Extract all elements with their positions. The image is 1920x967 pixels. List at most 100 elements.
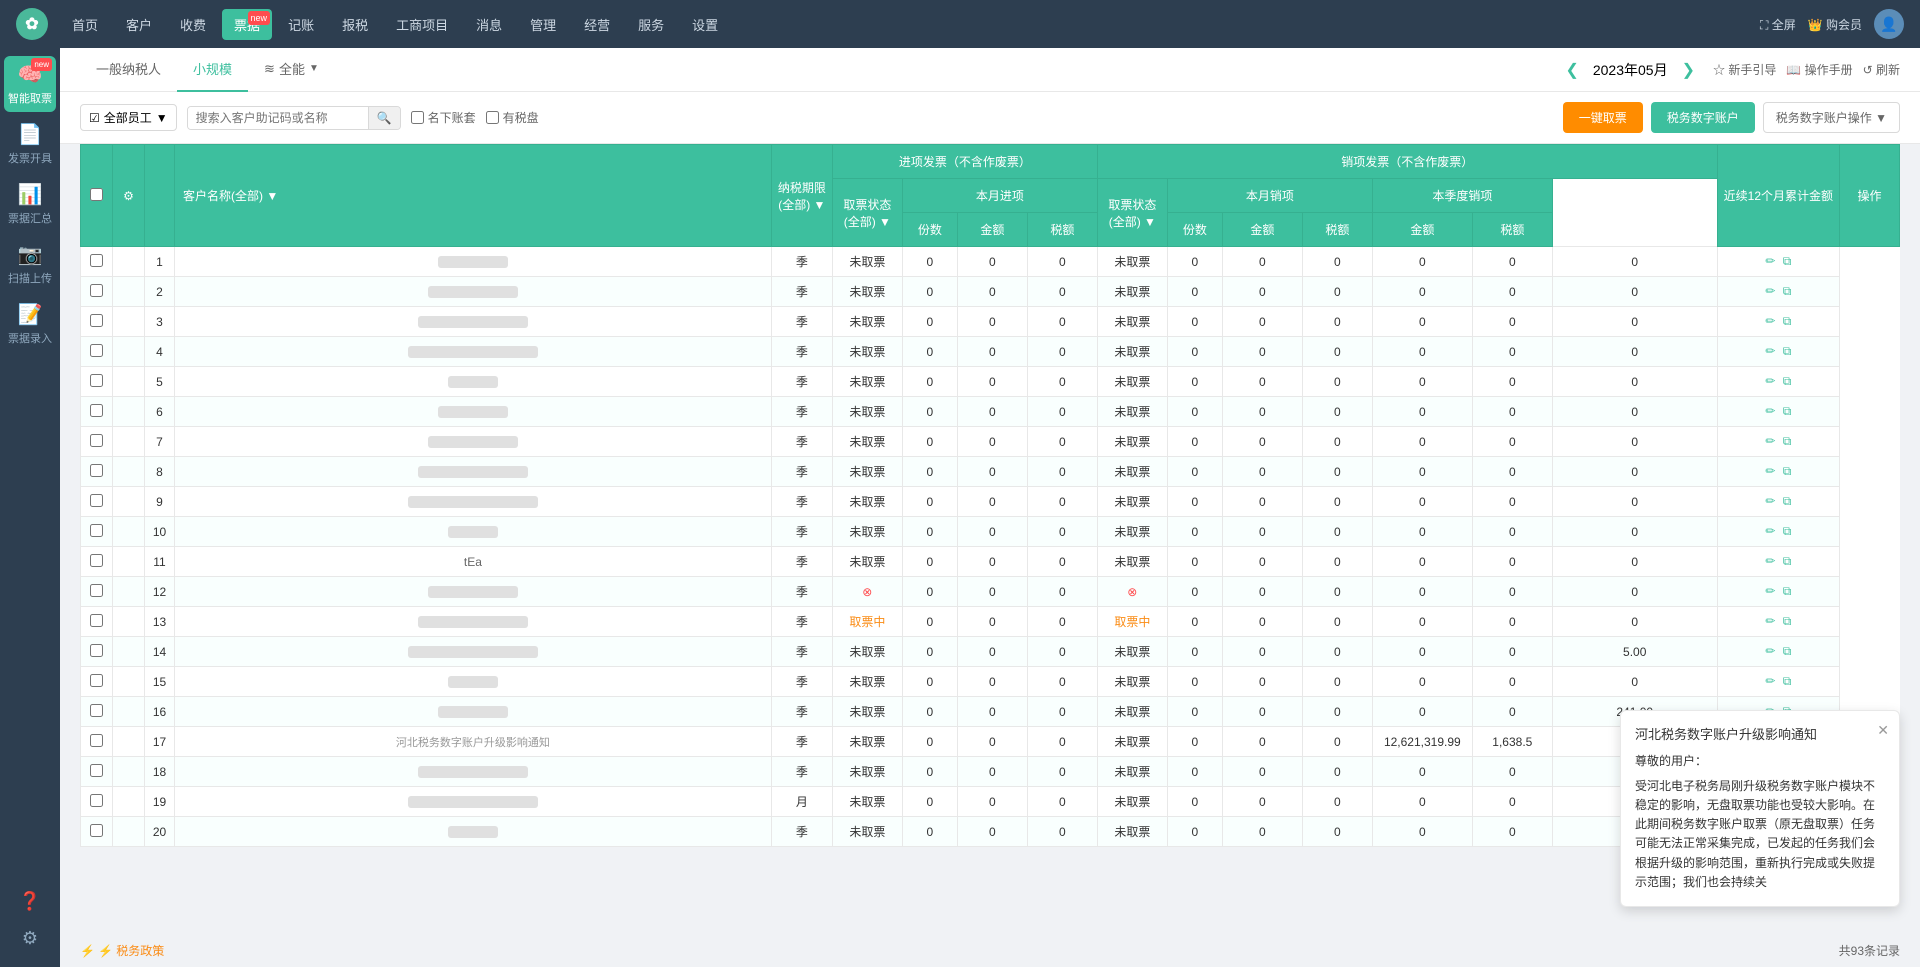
row-checkbox[interactable] [90, 584, 103, 597]
edit-icon[interactable]: ✏ [1765, 374, 1775, 388]
tab-all[interactable]: ≋ 全能 ▼ [248, 48, 335, 92]
sidebar-item-scan[interactable]: 📷 扫描上传 [4, 236, 56, 292]
copy-icon[interactable]: ⧉ [1783, 614, 1792, 628]
row-checkbox[interactable] [90, 374, 103, 387]
edit-icon[interactable]: ✏ [1765, 494, 1775, 508]
fetch-status-out-cell[interactable]: 未取票 [1097, 457, 1167, 487]
tax-disk-checkbox-label[interactable]: 有税盘 [486, 109, 539, 126]
nav-invoice[interactable]: 票据 new [222, 9, 272, 40]
fetch-status-in-cell[interactable]: 未取票 [832, 307, 902, 337]
edit-icon[interactable]: ✏ [1765, 584, 1775, 598]
nav-business[interactable]: 工商项目 [384, 9, 460, 40]
fetch-status-in-cell[interactable]: 未取票 [832, 457, 902, 487]
select-all-checkbox[interactable] [90, 188, 103, 201]
fetch-status-out-cell[interactable]: 未取票 [1097, 367, 1167, 397]
fetch-status-out-cell[interactable]: 未取票 [1097, 427, 1167, 457]
copy-icon[interactable]: ⧉ [1783, 314, 1792, 328]
copy-icon[interactable]: ⧉ [1783, 434, 1792, 448]
row-checkbox[interactable] [90, 404, 103, 417]
fetch-status-in-cell[interactable]: 未取票 [832, 277, 902, 307]
edit-icon[interactable]: ✏ [1765, 434, 1775, 448]
fetch-status-in-cell[interactable]: 未取票 [832, 757, 902, 787]
nav-settings[interactable]: 设置 [680, 9, 730, 40]
fetch-status-in-cell[interactable]: 未取票 [832, 697, 902, 727]
copy-icon[interactable]: ⧉ [1783, 554, 1792, 568]
avatar[interactable]: 👤 [1874, 9, 1904, 39]
fetch-status-out-cell[interactable]: 未取票 [1097, 817, 1167, 847]
sidebar-item-open-invoice[interactable]: 📄 发票开具 [4, 116, 56, 172]
copy-icon[interactable]: ⧉ [1783, 584, 1792, 598]
fetch-status-in-cell[interactable]: 取票中 [832, 607, 902, 637]
fetch-status-out-cell[interactable]: 未取票 [1097, 337, 1167, 367]
row-checkbox[interactable] [90, 824, 103, 837]
new-guide-btn[interactable]: ☆ 新手引导 [1713, 61, 1776, 78]
tax-disk-checkbox[interactable] [486, 111, 499, 124]
copy-icon[interactable]: ⧉ [1783, 404, 1792, 418]
copy-icon[interactable]: ⧉ [1783, 254, 1792, 268]
vip-btn[interactable]: 👑 购会员 [1808, 16, 1862, 33]
edit-icon[interactable]: ✏ [1765, 254, 1775, 268]
row-checkbox[interactable] [90, 794, 103, 807]
th-fetch-status-in[interactable]: 取票状态(全部) ▼ [832, 179, 902, 247]
row-checkbox[interactable] [90, 674, 103, 687]
next-month-btn[interactable]: ❯ [1676, 58, 1701, 82]
fetch-status-out-cell[interactable]: 未取票 [1097, 247, 1167, 277]
fetch-status-in-cell[interactable]: 未取票 [832, 817, 902, 847]
ledger-checkbox[interactable] [411, 111, 424, 124]
fetch-status-in-cell[interactable]: 未取票 [832, 487, 902, 517]
row-checkbox[interactable] [90, 254, 103, 267]
fetch-status-in-cell[interactable]: 未取票 [832, 547, 902, 577]
row-checkbox[interactable] [90, 464, 103, 477]
nav-client[interactable]: 客户 [114, 9, 164, 40]
tab-small-scale[interactable]: 小规模 [177, 48, 248, 92]
copy-icon[interactable]: ⧉ [1783, 524, 1792, 538]
row-checkbox[interactable] [90, 344, 103, 357]
fullscreen-btn[interactable]: ⛶ 全屏 [1760, 16, 1796, 33]
row-checkbox[interactable] [90, 494, 103, 507]
fetch-status-out-cell[interactable]: 未取票 [1097, 277, 1167, 307]
fetch-status-out-cell[interactable]: ⊗ [1097, 577, 1167, 607]
edit-icon[interactable]: ✏ [1765, 404, 1775, 418]
fetch-status-out-cell[interactable]: 未取票 [1097, 727, 1167, 757]
th-client-name[interactable]: 客户名称(全部) ▼ [175, 145, 772, 247]
fetch-status-in-cell[interactable]: 未取票 [832, 517, 902, 547]
fetch-status-in-cell[interactable]: 未取票 [832, 367, 902, 397]
copy-icon[interactable]: ⧉ [1783, 284, 1792, 298]
fetch-status-out-cell[interactable]: 未取票 [1097, 787, 1167, 817]
copy-icon[interactable]: ⧉ [1783, 464, 1792, 478]
search-input[interactable] [188, 107, 368, 129]
digital-tax-btn[interactable]: 税务数字账户 [1651, 102, 1755, 133]
fetch-status-in-cell[interactable]: 未取票 [832, 667, 902, 697]
th-fetch-status-out[interactable]: 取票状态(全部) ▼ [1097, 179, 1167, 247]
nav-fee[interactable]: 收费 [168, 9, 218, 40]
th-tax-period[interactable]: 纳税期限(全部) ▼ [771, 145, 832, 247]
sidebar-item-summary[interactable]: 📊 票据汇总 [4, 176, 56, 232]
row-checkbox[interactable] [90, 434, 103, 447]
fetch-status-out-cell[interactable]: 未取票 [1097, 697, 1167, 727]
notification-close-btn[interactable]: ✕ [1877, 719, 1889, 741]
sidebar-item-entry[interactable]: 📝 票据录入 [4, 296, 56, 352]
edit-icon[interactable]: ✏ [1765, 524, 1775, 538]
search-button[interactable]: 🔍 [368, 107, 400, 129]
fetch-status-in-cell[interactable]: 未取票 [832, 337, 902, 367]
fetch-status-out-cell[interactable]: 未取票 [1097, 637, 1167, 667]
fetch-status-out-cell[interactable]: 未取票 [1097, 547, 1167, 577]
sidebar-help[interactable]: ❓ [4, 885, 56, 918]
fetch-status-out-cell[interactable]: 未取票 [1097, 517, 1167, 547]
nav-tax[interactable]: 报税 [330, 9, 380, 40]
fetch-status-out-cell[interactable]: 未取票 [1097, 667, 1167, 697]
sidebar-settings[interactable]: ⚙ [4, 922, 56, 955]
nav-manage[interactable]: 管理 [518, 9, 568, 40]
edit-icon[interactable]: ✏ [1765, 554, 1775, 568]
row-checkbox[interactable] [90, 734, 103, 747]
fetch-status-in-cell[interactable]: 未取票 [832, 427, 902, 457]
row-checkbox[interactable] [90, 704, 103, 717]
fetch-status-in-cell[interactable]: 未取票 [832, 637, 902, 667]
row-checkbox[interactable] [90, 554, 103, 567]
edit-icon[interactable]: ✏ [1765, 344, 1775, 358]
fetch-status-out-cell[interactable]: 未取票 [1097, 757, 1167, 787]
edit-icon[interactable]: ✏ [1765, 314, 1775, 328]
ledger-checkbox-label[interactable]: 名下账套 [411, 109, 476, 126]
digital-tax-ops-btn[interactable]: 税务数字账户操作 ▼ [1763, 102, 1900, 133]
tax-policy-link[interactable]: ⚡ ⚡ 税务政策 [80, 942, 164, 959]
